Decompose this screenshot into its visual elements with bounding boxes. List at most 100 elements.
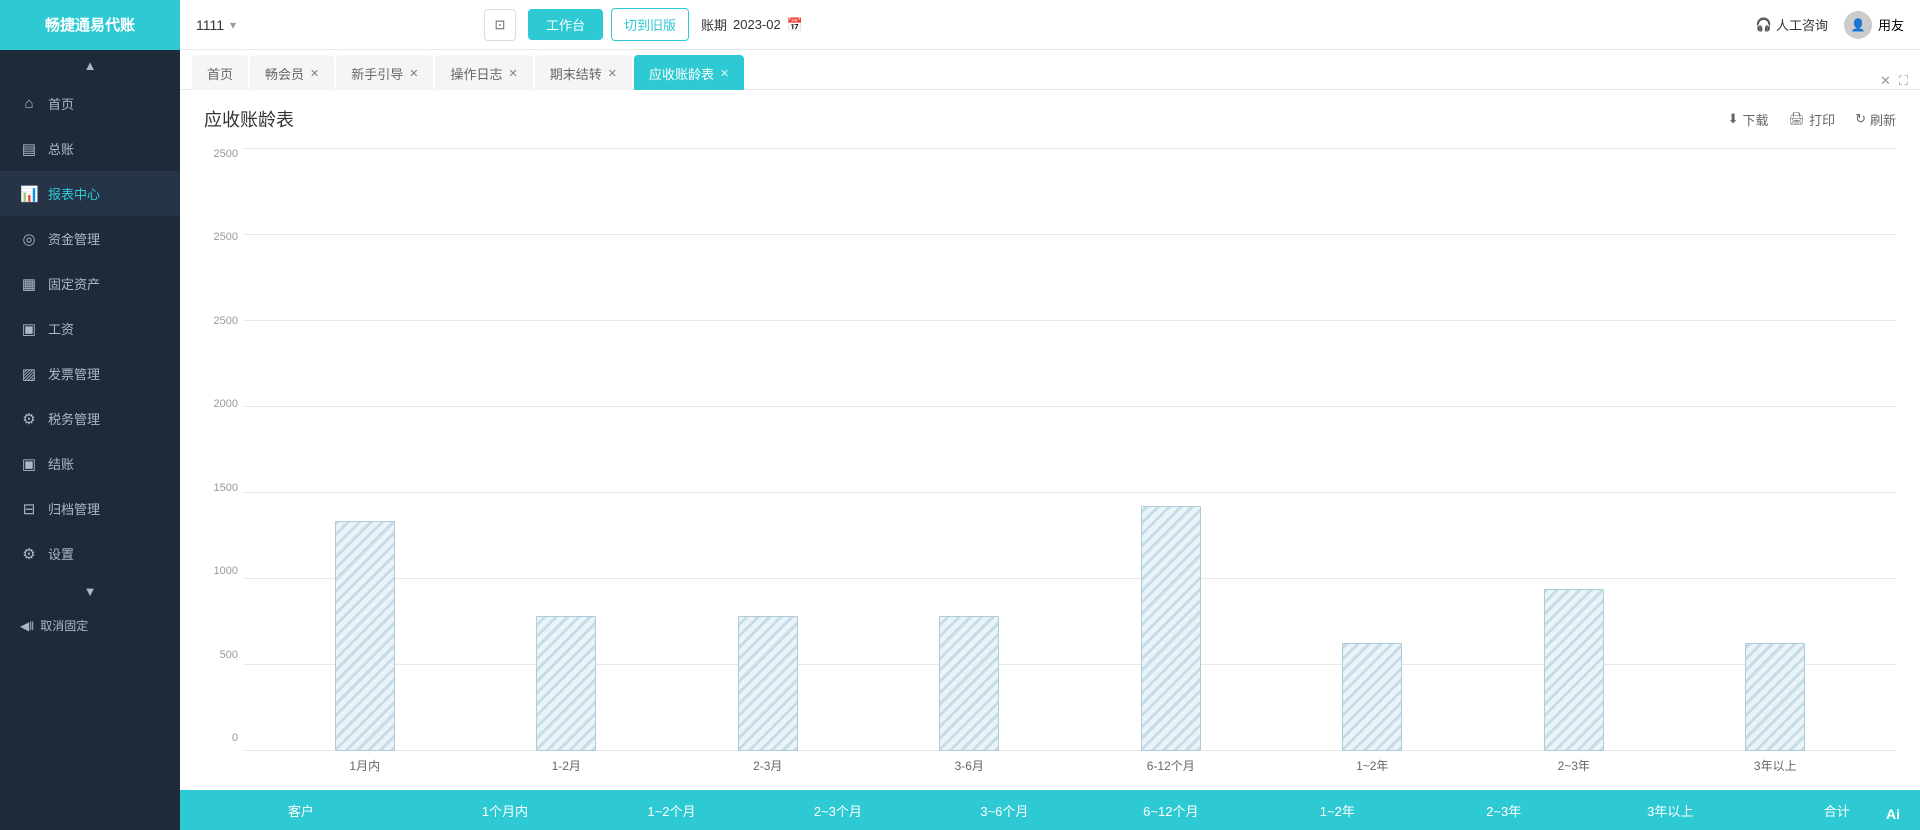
th-2-3year: 2~3年 bbox=[1421, 801, 1587, 820]
bar-group-0 bbox=[335, 521, 395, 751]
funds-icon: ◎ bbox=[20, 230, 38, 248]
close-all-icon[interactable]: ✕ bbox=[1880, 73, 1891, 89]
workbench-button[interactable]: 工作台 bbox=[528, 9, 603, 40]
y-label-2000: 2000 bbox=[204, 398, 244, 410]
sidebar-label-tax: 税务管理 bbox=[48, 409, 100, 428]
print-icon: 🖨 bbox=[1789, 111, 1806, 127]
tab-close-oplog[interactable]: ✕ bbox=[509, 67, 518, 80]
sidebar-item-funds[interactable]: ◎ 资金管理 bbox=[0, 216, 180, 261]
sidebar-item-ledger[interactable]: ▤ 总账 bbox=[0, 126, 180, 171]
assets-icon: ▦ bbox=[20, 275, 38, 293]
copy-icon: ⊡ bbox=[495, 17, 506, 33]
tab-close-member[interactable]: ✕ bbox=[310, 67, 319, 80]
period-label: 账期 bbox=[701, 15, 727, 34]
ai-badge[interactable]: Ai bbox=[1866, 798, 1920, 830]
tab-guide[interactable]: 新手引导 ✕ bbox=[336, 55, 433, 90]
sidebar-item-reports[interactable]: 📊 报表中心 bbox=[0, 171, 180, 216]
tab-member[interactable]: 畅会员 ✕ bbox=[250, 55, 334, 90]
chart-plot: 1月内 1-2月 2-3月 3-6月 6-12个月 1~2年 2~3年 3年以上 bbox=[244, 148, 1896, 774]
tab-label-oplog: 操作日志 bbox=[450, 64, 502, 83]
sidebar-label-ledger: 总账 bbox=[48, 139, 74, 158]
sidebar-scroll-up[interactable]: ▲ bbox=[0, 50, 180, 81]
page-header: 应收账龄表 ⬇ 下载 🖨 打印 ↻ 刷新 bbox=[180, 90, 1920, 132]
bar-group-6 bbox=[1544, 589, 1604, 751]
invoice-icon: ▨ bbox=[20, 365, 38, 383]
tab-close-guide[interactable]: ✕ bbox=[409, 67, 418, 80]
th-6-12month: 6~12个月 bbox=[1088, 801, 1254, 820]
tabs-actions: ✕ ⛶ bbox=[1880, 73, 1908, 89]
tabs-bar: 首页 畅会员 ✕ 新手引导 ✕ 操作日志 ✕ 期末结转 ✕ 应收账龄表 ✕ bbox=[180, 50, 1920, 90]
refresh-icon: ↻ bbox=[1855, 111, 1866, 127]
refresh-label: 刷新 bbox=[1870, 110, 1896, 129]
user-name: 用友 bbox=[1878, 15, 1904, 34]
header-right: 🎧 人工咨询 👤 用友 bbox=[1756, 11, 1904, 39]
bar-2-3month bbox=[738, 616, 798, 751]
app-header: 畅捷通易代账 1111 ▾ ⊡ 工作台 切到旧版 账期 2023-02 📅 🎧 … bbox=[0, 0, 1920, 50]
bar-group-4 bbox=[1141, 506, 1201, 751]
calendar-icon[interactable]: 📅 bbox=[787, 17, 803, 33]
x-label-2-3year: 2~3年 bbox=[1544, 757, 1604, 774]
app-logo: 畅捷通易代账 bbox=[45, 14, 135, 35]
x-label-6-12month: 6-12个月 bbox=[1141, 757, 1201, 774]
bars-area bbox=[244, 148, 1896, 751]
cancel-fixed-label: 取消固定 bbox=[40, 617, 88, 634]
company-selector[interactable]: 1111 ▾ bbox=[196, 17, 476, 33]
sidebar-item-home[interactable]: ⌂ 首页 bbox=[0, 81, 180, 126]
chart-grid bbox=[244, 148, 1896, 751]
archive-icon: ⊟ bbox=[20, 500, 38, 518]
consult-button[interactable]: 🎧 人工咨询 bbox=[1756, 15, 1828, 34]
settings-icon: ⚙ bbox=[20, 545, 38, 563]
tab-label-guide: 新手引导 bbox=[351, 64, 403, 83]
tab-close-ar-aging[interactable]: ✕ bbox=[720, 67, 729, 80]
tab-label-home: 首页 bbox=[207, 64, 233, 83]
switch-version-button[interactable]: 切到旧版 bbox=[611, 8, 689, 41]
th-customer: 客户 bbox=[180, 801, 422, 820]
sidebar-label-salary: 工资 bbox=[48, 319, 74, 338]
logo-area: 畅捷通易代账 bbox=[0, 0, 180, 50]
sidebar-label-reports: 报表中心 bbox=[48, 184, 100, 203]
th-3-6month: 3~6个月 bbox=[921, 801, 1087, 820]
sidebar-item-settings[interactable]: ⚙ 设置 bbox=[0, 531, 180, 576]
th-2-3month: 2~3个月 bbox=[755, 801, 921, 820]
chart-container: 0 500 1000 1500 2000 2500 2500 2500 bbox=[180, 132, 1920, 790]
tab-home[interactable]: 首页 bbox=[192, 55, 248, 90]
chevron-down-icon[interactable]: ▾ bbox=[230, 18, 236, 32]
sidebar-item-checkout[interactable]: ▣ 结账 bbox=[0, 441, 180, 486]
chart-y-axis: 0 500 1000 1500 2000 2500 2500 2500 bbox=[204, 148, 244, 774]
sidebar-item-tax[interactable]: ⚙ 税务管理 bbox=[0, 396, 180, 441]
tab-oplog[interactable]: 操作日志 ✕ bbox=[435, 55, 532, 90]
x-label-3plus: 3年以上 bbox=[1745, 757, 1805, 774]
user-area[interactable]: 👤 用友 bbox=[1844, 11, 1904, 39]
x-label-3-6month: 3-6月 bbox=[939, 757, 999, 774]
content-area: 首页 畅会员 ✕ 新手引导 ✕ 操作日志 ✕ 期末结转 ✕ 应收账龄表 ✕ bbox=[180, 50, 1920, 830]
expand-icon[interactable]: ⛶ bbox=[1899, 73, 1908, 89]
x-label-1-2month: 1-2月 bbox=[536, 757, 596, 774]
bar-1month bbox=[335, 521, 395, 751]
sidebar-item-invoice[interactable]: ▨ 发票管理 bbox=[0, 351, 180, 396]
cancel-fixed-button[interactable]: ◀‖ 取消固定 bbox=[0, 607, 180, 644]
x-label-2-3month: 2-3月 bbox=[738, 757, 798, 774]
th-1-2year: 1~2年 bbox=[1254, 801, 1420, 820]
tab-period-end[interactable]: 期末结转 ✕ bbox=[535, 55, 632, 90]
refresh-button[interactable]: ↻ 刷新 bbox=[1855, 110, 1896, 129]
tax-icon: ⚙ bbox=[20, 410, 38, 428]
sidebar-item-archive[interactable]: ⊟ 归档管理 bbox=[0, 486, 180, 531]
bar-1-2month bbox=[536, 616, 596, 751]
checkout-icon: ▣ bbox=[20, 455, 38, 473]
sidebar-item-assets[interactable]: ▦ 固定资产 bbox=[0, 261, 180, 306]
sidebar-item-salary[interactable]: ▣ 工资 bbox=[0, 306, 180, 351]
y-label-1500: 1500 bbox=[204, 482, 244, 494]
sidebar-scroll-down[interactable]: ▼ bbox=[0, 576, 180, 607]
chart-wrapper: 0 500 1000 1500 2000 2500 2500 2500 bbox=[204, 148, 1896, 774]
print-button[interactable]: 🖨 打印 bbox=[1789, 110, 1836, 129]
page-title: 应收账龄表 bbox=[204, 106, 294, 132]
tab-close-period-end[interactable]: ✕ bbox=[608, 67, 617, 80]
sidebar-label-assets: 固定资产 bbox=[48, 274, 100, 293]
y-label-2500a: 2500 bbox=[204, 315, 244, 327]
download-button[interactable]: ⬇ 下载 bbox=[1728, 110, 1769, 129]
tab-ar-aging[interactable]: 应收账龄表 ✕ bbox=[634, 55, 744, 90]
print-label: 打印 bbox=[1809, 110, 1835, 129]
copy-button[interactable]: ⊡ bbox=[484, 9, 516, 41]
page-content: 应收账龄表 ⬇ 下载 🖨 打印 ↻ 刷新 bbox=[180, 90, 1920, 830]
avatar: 👤 bbox=[1844, 11, 1872, 39]
